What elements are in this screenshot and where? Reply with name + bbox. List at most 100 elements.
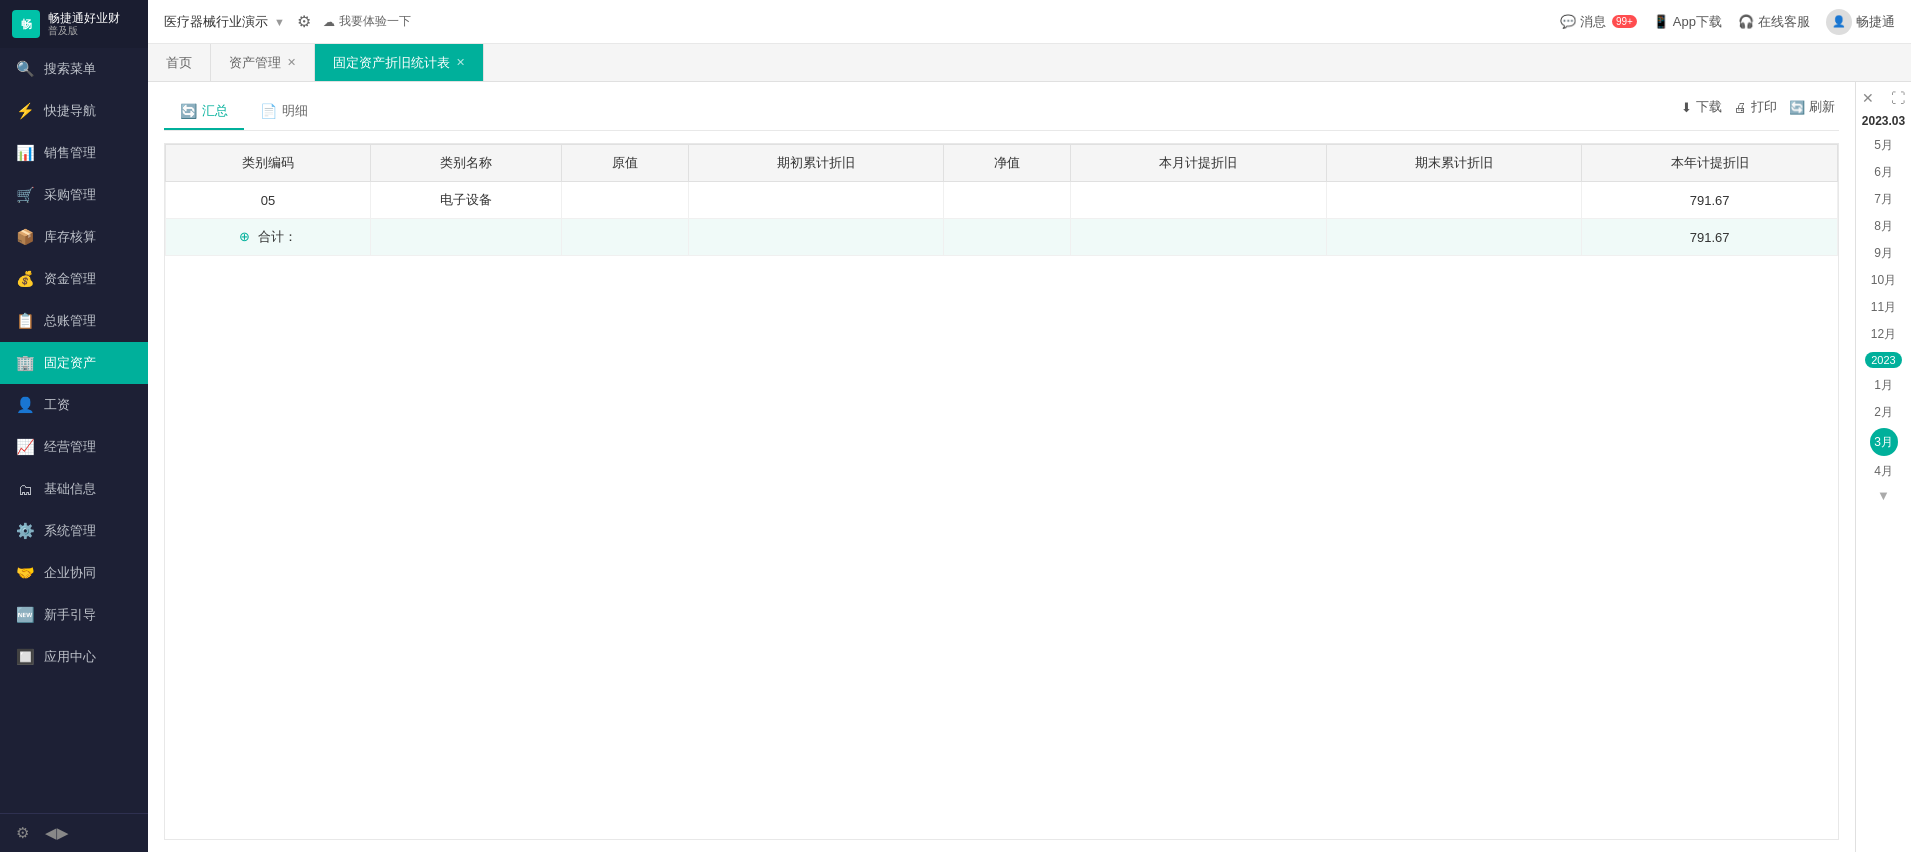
panel-year-badge[interactable]: 2023 <box>1865 352 1901 368</box>
app-download-label: App下载 <box>1673 13 1722 31</box>
row-code: 05 <box>166 182 371 219</box>
sidebar-item-payroll[interactable]: 👤 工资 <box>0 384 148 426</box>
panel-month-6[interactable]: 6月 <box>1856 159 1911 186</box>
col-end-dep: 期末累计折旧 <box>1326 145 1582 182</box>
sidebar-item-basic[interactable]: 🗂 基础信息 <box>0 468 148 510</box>
tab-depreciation[interactable]: 固定资产折旧统计表 ✕ <box>315 44 484 81</box>
sidebar-item-ledger[interactable]: 📋 总账管理 <box>0 300 148 342</box>
app-logo: 畅 畅捷通好业财 普及版 <box>0 0 148 48</box>
panel-month-3[interactable]: 3月 <box>1870 428 1898 456</box>
panel-month-1[interactable]: 1月 <box>1856 372 1911 399</box>
collapse-sidebar-icon[interactable]: ◀▶ <box>45 824 69 842</box>
topbar-settings-icon[interactable]: ⚙ <box>297 12 311 31</box>
user-avatar-button[interactable]: 👤 畅捷通 <box>1826 9 1895 35</box>
download-icon: ⬇ <box>1681 100 1692 115</box>
tab-home-label: 首页 <box>166 54 192 72</box>
sidebar-item-search[interactable]: 🔍 搜索菜单 <box>0 48 148 90</box>
tab-home[interactable]: 首页 <box>148 44 211 81</box>
service-icon: 🎧 <box>1738 14 1754 29</box>
topbar: 医疗器械行业演示 ▼ ⚙ ☁ 我要体验一下 💬 消息 99+ 📱 App下载 🎧… <box>148 0 1911 44</box>
settings-gear-icon[interactable]: ⚙ <box>16 824 29 842</box>
tab-assets-close-icon[interactable]: ✕ <box>287 56 296 69</box>
avatar: 👤 <box>1826 9 1852 35</box>
sidebar-label-operations: 经营管理 <box>44 438 96 456</box>
panel-close-icon[interactable]: ✕ <box>1862 90 1874 106</box>
sidebar-item-sales[interactable]: 📊 销售管理 <box>0 132 148 174</box>
sidebar-nav: 🔍 搜索菜单 ⚡ 快捷导航 📊 销售管理 🛒 采购管理 📦 库存核算 💰 资金管… <box>0 48 148 813</box>
ledger-icon: 📋 <box>16 312 34 330</box>
sidebar-item-quicknav[interactable]: ⚡ 快捷导航 <box>0 90 148 132</box>
sidebar-label-collab: 企业协同 <box>44 564 96 582</box>
logo-title: 畅捷通好业财 <box>48 11 120 25</box>
summary-col7 <box>1326 219 1582 256</box>
refresh-button[interactable]: 🔄 刷新 <box>1789 98 1835 116</box>
panel-month-2[interactable]: 2月 <box>1856 399 1911 426</box>
sidebar-item-inventory[interactable]: 📦 库存核算 <box>0 216 148 258</box>
sidebar-label-fixed: 固定资产 <box>44 354 96 372</box>
row-name: 电子设备 <box>371 182 562 219</box>
row-begin-dep <box>688 182 944 219</box>
panel-year-label: 2023.03 <box>1856 110 1911 132</box>
message-icon: 💬 <box>1560 14 1576 29</box>
logo-text: 畅捷通好业财 普及版 <box>48 11 120 37</box>
collab-icon: 🤝 <box>16 564 34 582</box>
company-selector[interactable]: 医疗器械行业演示 ▼ <box>164 13 285 31</box>
download-button[interactable]: ⬇ 下载 <box>1681 98 1722 116</box>
sales-icon: 📊 <box>16 144 34 162</box>
panel-month-12[interactable]: 12月 <box>1856 321 1911 348</box>
row-monthly <box>1070 182 1326 219</box>
sidebar-item-operations[interactable]: 📈 经营管理 <box>0 426 148 468</box>
tab-depreciation-close-icon[interactable]: ✕ <box>456 56 465 69</box>
print-button[interactable]: 🖨 打印 <box>1734 98 1777 116</box>
tabs-bar: 首页 资产管理 ✕ 固定资产折旧统计表 ✕ <box>148 44 1911 82</box>
sidebar: 畅 畅捷通好业财 普及版 🔍 搜索菜单 ⚡ 快捷导航 📊 销售管理 🛒 采购管理… <box>0 0 148 852</box>
online-service-button[interactable]: 🎧 在线客服 <box>1738 13 1810 31</box>
panel-header: ✕ ⛶ <box>1856 86 1911 110</box>
tab-depreciation-label: 固定资产折旧统计表 <box>333 54 450 72</box>
sidebar-label-ledger: 总账管理 <box>44 312 96 330</box>
sidebar-item-purchase[interactable]: 🛒 采购管理 <box>0 174 148 216</box>
logo-icon: 畅 <box>12 10 40 38</box>
depreciation-table: 类别编码 类别名称 原值 期初累计折旧 净值 本月计提折旧 期末累计折旧 本年计… <box>164 143 1839 840</box>
experience-label: 我要体验一下 <box>339 13 411 30</box>
messages-button[interactable]: 💬 消息 99+ <box>1560 13 1637 31</box>
summary-expand-icon[interactable]: ⊕ <box>239 229 250 244</box>
col-original: 原值 <box>562 145 689 182</box>
panel-month-7[interactable]: 7月 <box>1856 186 1911 213</box>
refresh-icon: 🔄 <box>1789 100 1805 115</box>
panel-month-9[interactable]: 9月 <box>1856 240 1911 267</box>
sidebar-item-apps[interactable]: 🔲 应用中心 <box>0 636 148 678</box>
summary-col6 <box>1070 219 1326 256</box>
sidebar-item-finance[interactable]: 💰 资金管理 <box>0 258 148 300</box>
panel-month-11[interactable]: 11月 <box>1856 294 1911 321</box>
summary-col2 <box>371 219 562 256</box>
experience-button[interactable]: ☁ 我要体验一下 <box>323 13 411 30</box>
tab-assets-label: 资产管理 <box>229 54 281 72</box>
sidebar-item-system[interactable]: ⚙️ 系统管理 <box>0 510 148 552</box>
download-label: 下载 <box>1696 98 1722 116</box>
toolbar: ⬇ 下载 🖨 打印 🔄 刷新 <box>1677 98 1839 116</box>
panel-down-icon[interactable]: ▼ <box>1856 485 1911 506</box>
sidebar-item-fixed[interactable]: 🏢 固定资产 <box>0 342 148 384</box>
panel-month-4[interactable]: 4月 <box>1856 458 1911 485</box>
finance-icon: 💰 <box>16 270 34 288</box>
row-net <box>944 182 1071 219</box>
messages-label: 消息 <box>1580 13 1606 31</box>
tab-assets[interactable]: 资产管理 ✕ <box>211 44 315 81</box>
summary-col3 <box>562 219 689 256</box>
app-download-button[interactable]: 📱 App下载 <box>1653 13 1722 31</box>
sidebar-item-guide[interactable]: 🆕 新手引导 <box>0 594 148 636</box>
panel-expand-icon[interactable]: ⛶ <box>1891 90 1905 106</box>
sub-tab-detail[interactable]: 📄 明细 <box>244 94 324 130</box>
sidebar-item-collab[interactable]: 🤝 企业协同 <box>0 552 148 594</box>
panel-month-10[interactable]: 10月 <box>1856 267 1911 294</box>
sidebar-label-inventory: 库存核算 <box>44 228 96 246</box>
sidebar-label-guide: 新手引导 <box>44 606 96 624</box>
sidebar-label-system: 系统管理 <box>44 522 96 540</box>
company-name: 医疗器械行业演示 <box>164 13 268 31</box>
sub-tab-summary[interactable]: 🔄 汇总 <box>164 94 244 130</box>
panel-month-8[interactable]: 8月 <box>1856 213 1911 240</box>
panel-month-5[interactable]: 5月 <box>1856 132 1911 159</box>
system-icon: ⚙️ <box>16 522 34 540</box>
sidebar-label-search: 搜索菜单 <box>44 60 96 78</box>
